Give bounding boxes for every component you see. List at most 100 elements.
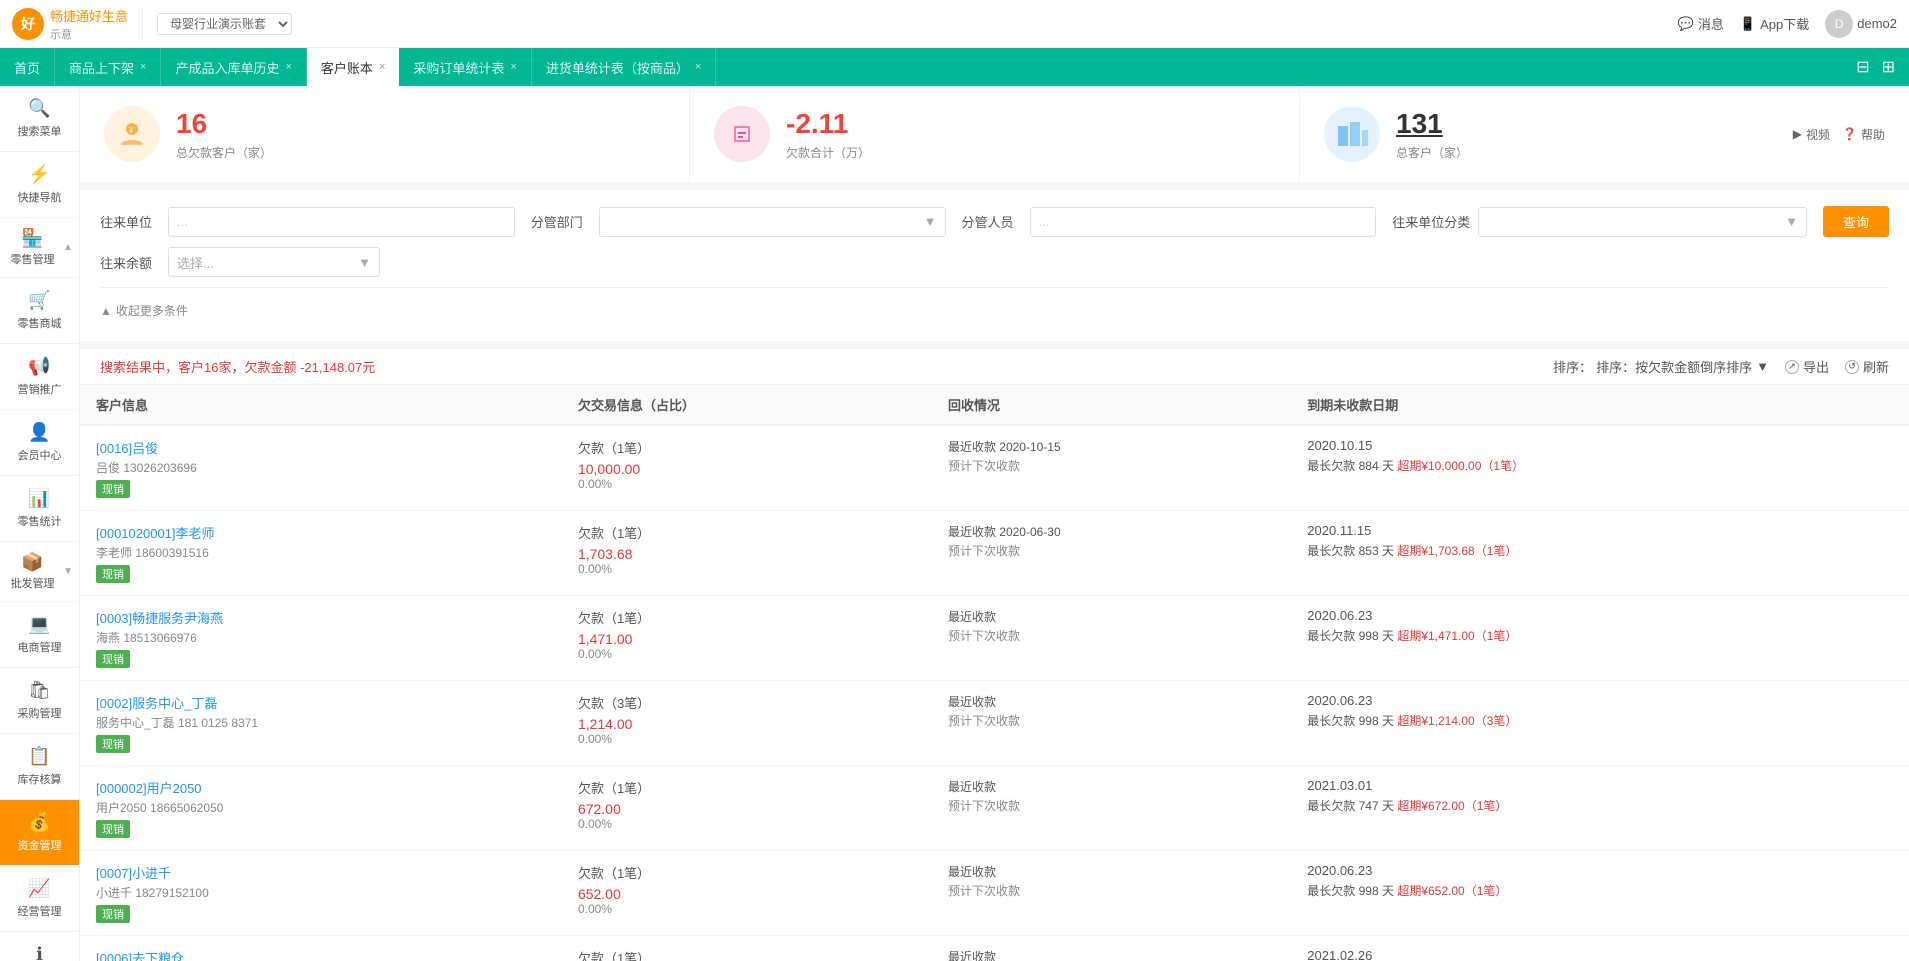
search-button[interactable]: 查询 [1823,206,1889,237]
debt-amount[interactable]: 672.00 [578,801,916,817]
sidebar-item-member[interactable]: 👤 会员中心 [0,410,79,476]
person-label: 分管人员 [962,212,1022,231]
unit-category-select[interactable]: ▼ [1478,207,1807,237]
refresh-btn[interactable]: ↺ 刷新 [1845,357,1889,376]
company-select[interactable]: 母婴行业演示账套 [157,13,292,35]
person-input[interactable]: ... [1030,207,1377,237]
recovery-cell: 最近收款 预计下次收款 [932,851,1291,936]
collapse-btn[interactable]: ▲ 收起更多条件 [100,296,1889,325]
col-due-date: 到期未收款日期 [1291,385,1909,425]
tab-close-production[interactable]: × [285,61,291,73]
help-btn[interactable]: ❓ 帮助 [1842,126,1885,143]
customer-sub: 服务中心_丁磊 181 0125 8371 [96,714,546,731]
export-icon: ↗ [1785,360,1799,374]
overdue-amount-link[interactable]: 超期¥1,214.00（3笔） [1397,714,1517,728]
tab-expand-btn[interactable]: ⊞ [1878,53,1899,81]
finance-icon: 💰 [28,812,50,833]
customer-name-link[interactable]: [0003]畅捷服务尹海燕 [96,608,546,627]
customer-name-link[interactable]: [0006]去下粮仓 [96,948,546,961]
tab-actions: ⊟ ⊞ [1842,53,1909,81]
debt-percent: 0.00% [578,562,916,576]
customer-name-link[interactable]: [000002]用户2050 [96,778,546,797]
video-btn[interactable]: ▶ 视频 [1793,126,1830,143]
department-select[interactable]: ▼ [599,207,946,237]
debt-amount[interactable]: 1,214.00 [578,716,916,732]
due-date-cell: 2020.06.23 最长欠款 998 天 超期¥652.00（1笔） [1291,851,1909,936]
debt-customers-icon: ¥ [104,106,160,162]
tab-purchase[interactable]: 采购订单统计表 × [399,48,531,86]
source-unit-input[interactable]: ... [168,207,515,237]
customer-sub: 李老师 18600391516 [96,544,546,561]
customer-tag: 现销 [96,735,130,753]
retail-stats-icon: 📊 [28,488,50,509]
app-download-btn[interactable]: 📱 App下载 [1740,14,1809,33]
recovery-next: 预计下次收款 [948,542,1275,559]
debt-amount[interactable]: 10,000.00 [578,461,916,477]
sidebar-item-retail-store[interactable]: 🛒 零售商城 [0,278,79,344]
svg-text:¥: ¥ [128,126,134,135]
inventory-check-icon: 📋 [28,746,50,767]
debt-amount[interactable]: 1,471.00 [578,631,916,647]
tab-customer[interactable]: 客户账本 × [307,48,399,86]
ops-mgmt-icon: 📈 [28,878,50,899]
sidebar-item-ops-mgmt[interactable]: 📈 经营管理 [0,866,79,932]
debt-percent: 0.00% [578,732,916,746]
tab-inventory[interactable]: 进货单统计表（按商品） × [532,48,716,86]
tab-close-inventory[interactable]: × [695,61,701,73]
tab-home[interactable]: 首页 [0,48,55,86]
sidebar-item-search[interactable]: 🔍 搜索菜单 [0,86,79,152]
retail-mgmt-icon: 🏪 [21,228,43,249]
message-btn[interactable]: 💬 消息 [1678,14,1724,33]
debt-count: 欠款（1笔） [578,438,916,457]
sidebar-item-quick-nav[interactable]: ⚡ 快捷导航 [0,152,79,218]
balance-select[interactable]: 选择... ▼ [168,247,380,277]
customer-sub: 用户2050 18665062050 [96,799,546,816]
debt-amount-icon [714,106,770,162]
sidebar-item-batch-mgmt[interactable]: 📦 批发管理 ▼ [0,542,79,602]
customer-info-cell: [0002]服务中心_丁磊 服务中心_丁磊 181 0125 8371 现销 [80,681,562,766]
sidebar-item-purchase[interactable]: 🛍 采购管理 [0,668,79,734]
max-debt-days: 最长欠款 998 天 [1307,884,1397,898]
debt-amount[interactable]: 1,703.68 [578,546,916,562]
due-date: 2021.03.01 [1307,778,1893,793]
customer-name-link[interactable]: [0007]小进千 [96,863,546,882]
sort-dropdown[interactable]: 排序： 排序：按欠款金额倒序排序 ▼ [1553,357,1769,376]
due-date: 2020.06.23 [1307,863,1893,878]
tab-products[interactable]: 商品上下架 × [55,48,161,86]
tab-close-purchase[interactable]: × [510,61,516,73]
tab-close-customer[interactable]: × [379,61,385,73]
overdue-info: 最长欠款 998 天 超期¥1,471.00（1笔） [1307,627,1893,644]
sidebar-item-retail-mgmt[interactable]: 🏪 零售管理 ▲ [0,218,79,278]
customer-name-link[interactable]: [0001020001]李老师 [96,523,546,542]
sidebar-collapse-link[interactable]: 示意 [50,26,128,42]
tab-close-products[interactable]: × [140,61,146,73]
export-btn[interactable]: ↗ 导出 [1785,357,1829,376]
sidebar-item-base-info[interactable]: ℹ 基础信息 [0,932,79,961]
customer-name-link[interactable]: [0016]吕俊 [96,438,546,457]
customer-name-link[interactable]: [0002]服务中心_丁磊 [96,693,546,712]
due-date-cell: 2020.10.15 最长欠款 884 天 超期¥10,000.00（1笔） [1291,425,1909,511]
top-bar: 好 畅捷通好生意 示意 母婴行业演示账套 💬 消息 📱 App下载 D demo… [0,0,1909,48]
purchase-icon: 🛍 [28,680,51,701]
filter-row-2: 往来余额 选择... ▼ [100,247,1889,277]
overdue-info: 最长欠款 998 天 超期¥652.00（1笔） [1307,882,1893,899]
overdue-info: 最长欠款 884 天 超期¥10,000.00（1笔） [1307,457,1893,474]
overdue-amount-link[interactable]: 超期¥10,000.00（1笔） [1397,459,1524,473]
member-icon: 👤 [28,422,50,443]
user-menu[interactable]: D demo2 [1825,10,1897,38]
sidebar-item-inventory-check[interactable]: 📋 库存核算 [0,734,79,800]
tab-shrink-btn[interactable]: ⊟ [1852,53,1873,81]
overdue-amount-link[interactable]: 超期¥672.00（1笔） [1397,799,1507,813]
sidebar-item-finance[interactable]: 💰 资金管理 [0,800,79,866]
sidebar-item-marketing[interactable]: 📢 营销推广 [0,344,79,410]
overdue-amount-link[interactable]: 超期¥652.00（1笔） [1397,884,1507,898]
overdue-amount-link[interactable]: 超期¥1,471.00（1笔） [1397,629,1517,643]
debt-customers-value: 16 [176,108,272,140]
sidebar-item-ecom[interactable]: 💻 电商管理 [0,602,79,668]
tab-production[interactable]: 产成品入库单历史 × [161,48,306,86]
overdue-amount-link[interactable]: 超期¥1,703.68（1笔） [1397,544,1517,558]
sidebar-item-retail-stats[interactable]: 📊 零售统计 [0,476,79,542]
retail-mgmt-arrow: ▲ [63,242,73,253]
recovery-cell: 最近收款 2020-06-30 预计下次收款 [932,511,1291,596]
debt-amount[interactable]: 652.00 [578,886,916,902]
